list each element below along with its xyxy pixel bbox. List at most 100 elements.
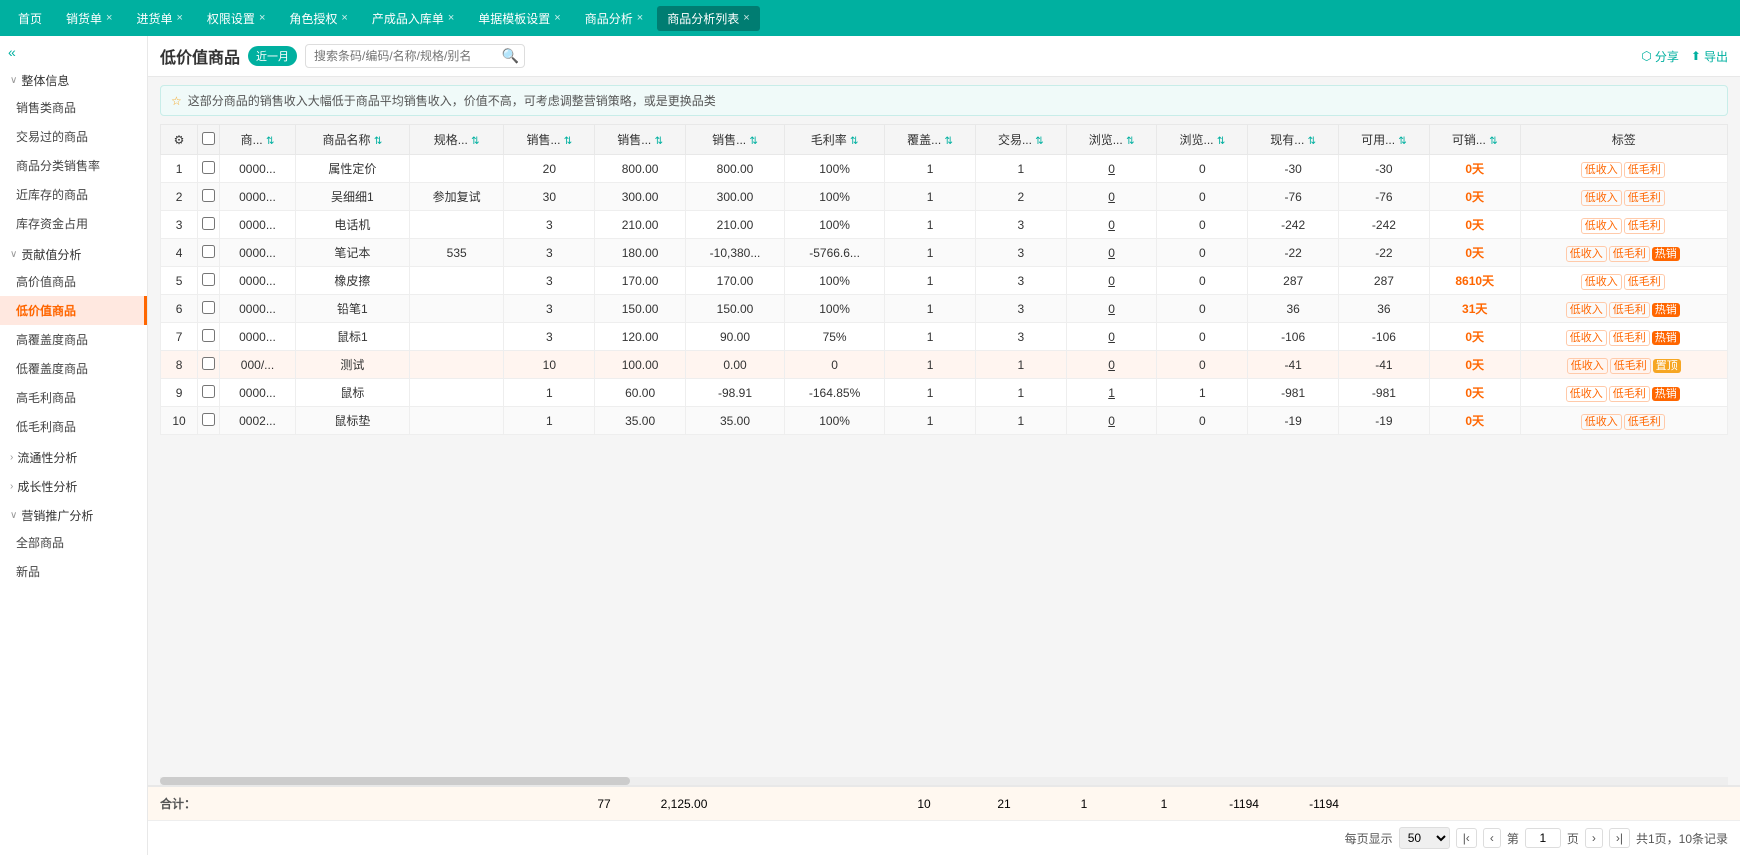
sidebar-item-low-stock[interactable]: 近库存的商品: [0, 180, 147, 209]
td-name[interactable]: 测试: [295, 351, 409, 379]
td-name[interactable]: 鼠标1: [295, 323, 409, 351]
page-size-label: 每页显示: [1345, 830, 1393, 847]
td-coverage: 1: [885, 351, 976, 379]
days-tag: 0天: [1465, 246, 1484, 260]
th-available[interactable]: 可用... ⇅: [1339, 125, 1430, 155]
views-link[interactable]: 0: [1108, 358, 1115, 372]
row-checkbox[interactable]: [202, 385, 215, 398]
sidebar-item-category-sales-rate[interactable]: 商品分类销售率: [0, 151, 147, 180]
th-sales-amt[interactable]: 销售... ⇅: [595, 125, 686, 155]
sidebar-group-overall[interactable]: ∨ 整体信息: [0, 64, 147, 93]
sidebar-item-high-coverage[interactable]: 高覆盖度商品: [0, 325, 147, 354]
select-all-checkbox[interactable]: [202, 132, 215, 145]
close-icon[interactable]: ×: [448, 12, 454, 24]
nav-home[interactable]: 首页: [8, 6, 52, 31]
page-number-input[interactable]: [1525, 828, 1561, 848]
views-link[interactable]: 0: [1108, 218, 1115, 232]
td-name[interactable]: 电话机: [295, 211, 409, 239]
views-link[interactable]: 0: [1108, 162, 1115, 176]
nav-roles[interactable]: 角色授权 ×: [279, 6, 357, 31]
th-spec[interactable]: 规格... ⇅: [409, 125, 504, 155]
th-sales-cost[interactable]: 销售... ⇅: [686, 125, 785, 155]
td-name[interactable]: 橡皮擦: [295, 267, 409, 295]
row-checkbox[interactable]: [202, 301, 215, 314]
search-icon[interactable]: 🔍: [502, 48, 519, 65]
th-coverage[interactable]: 覆盖... ⇅: [885, 125, 976, 155]
nav-template-settings[interactable]: 单据模板设置 ×: [468, 6, 570, 31]
nav-product-analysis-list[interactable]: 商品分析列表 ×: [657, 6, 759, 31]
sidebar-item-low-margin[interactable]: 低毛利商品: [0, 412, 147, 441]
last-page-btn[interactable]: ›|: [1609, 828, 1630, 848]
th-settings[interactable]: ⚙: [161, 125, 198, 155]
scrollbar-thumb[interactable]: [160, 777, 630, 785]
row-checkbox[interactable]: [202, 189, 215, 202]
close-icon[interactable]: ×: [554, 12, 560, 24]
row-checkbox[interactable]: [202, 273, 215, 286]
close-icon[interactable]: ×: [743, 12, 749, 24]
search-input[interactable]: [305, 44, 525, 68]
row-checkbox[interactable]: [202, 413, 215, 426]
nav-sales-order[interactable]: 销货单 ×: [56, 6, 122, 31]
td-name[interactable]: 铅笔1: [295, 295, 409, 323]
sidebar-collapse-btn[interactable]: «: [8, 44, 16, 60]
th-views2[interactable]: 浏览... ⇅: [1157, 125, 1248, 155]
views-link[interactable]: 0: [1108, 274, 1115, 288]
td-sales-qty: 1: [504, 407, 595, 435]
sidebar-group-growth[interactable]: › 成长性分析: [0, 470, 147, 499]
close-icon[interactable]: ×: [259, 12, 265, 24]
close-icon[interactable]: ×: [637, 12, 643, 24]
sidebar-item-all-products[interactable]: 全部商品: [0, 528, 147, 557]
td-name[interactable]: 鼠标: [295, 379, 409, 407]
next-page-btn[interactable]: ›: [1585, 828, 1603, 848]
horizontal-scrollbar[interactable]: [160, 777, 1728, 785]
sidebar-group-circulation[interactable]: › 流通性分析: [0, 441, 147, 470]
nav-product-warehousing[interactable]: 产成品入库单 ×: [362, 6, 464, 31]
page-size-select[interactable]: 50 100 200: [1399, 827, 1450, 849]
close-icon[interactable]: ×: [176, 12, 182, 24]
sidebar-item-traded-products[interactable]: 交易过的商品: [0, 122, 147, 151]
views-link[interactable]: 0: [1108, 414, 1115, 428]
sidebar-item-high-margin[interactable]: 高毛利商品: [0, 383, 147, 412]
export-button[interactable]: ⬆ 导出: [1691, 48, 1728, 65]
th-transactions[interactable]: 交易... ⇅: [975, 125, 1066, 155]
td-name[interactable]: 吴细细1: [295, 183, 409, 211]
sidebar-item-stock-capital[interactable]: 库存资金占用: [0, 209, 147, 238]
td-name[interactable]: 笔记本: [295, 239, 409, 267]
views-link[interactable]: 0: [1108, 302, 1115, 316]
row-checkbox[interactable]: [202, 245, 215, 258]
nav-purchase-order[interactable]: 进货单 ×: [126, 6, 192, 31]
th-views1[interactable]: 浏览... ⇅: [1066, 125, 1157, 155]
views-link[interactable]: 1: [1108, 386, 1115, 400]
sidebar-item-new-products[interactable]: 新品: [0, 557, 147, 586]
share-button[interactable]: ⬡ 分享: [1641, 48, 1679, 65]
views-link[interactable]: 0: [1108, 330, 1115, 344]
td-name[interactable]: 属性定价: [295, 155, 409, 183]
th-current-stock[interactable]: 现有... ⇅: [1248, 125, 1339, 155]
row-checkbox[interactable]: [202, 357, 215, 370]
th-sales-qty[interactable]: 销售... ⇅: [504, 125, 595, 155]
sidebar-item-low-value[interactable]: 低价值商品: [0, 296, 147, 325]
row-checkbox[interactable]: [202, 329, 215, 342]
sidebar-item-low-coverage[interactable]: 低覆盖度商品: [0, 354, 147, 383]
first-page-btn[interactable]: |‹: [1456, 828, 1477, 848]
close-icon[interactable]: ×: [106, 12, 112, 24]
nav-product-analysis[interactable]: 商品分析 ×: [575, 6, 653, 31]
sidebar-group-marketing[interactable]: ∨ 营销推广分析: [0, 499, 147, 528]
th-name[interactable]: 商品名称 ⇅: [295, 125, 409, 155]
views-link[interactable]: 0: [1108, 190, 1115, 204]
row-checkbox[interactable]: [202, 161, 215, 174]
th-code[interactable]: 商... ⇅: [220, 125, 296, 155]
sidebar-item-sales-products[interactable]: 销售类商品: [0, 93, 147, 122]
th-sellable[interactable]: 可销... ⇅: [1429, 125, 1520, 155]
td-tags: 低收入低毛利: [1520, 407, 1727, 435]
prev-page-btn[interactable]: ‹: [1483, 828, 1501, 848]
td-name[interactable]: 鼠标垫: [295, 407, 409, 435]
close-icon[interactable]: ×: [341, 12, 347, 24]
sidebar-group-contribution[interactable]: ∨ 贡献值分析: [0, 238, 147, 267]
date-badge[interactable]: 近一月: [248, 46, 297, 66]
views-link[interactable]: 0: [1108, 246, 1115, 260]
row-checkbox[interactable]: [202, 217, 215, 230]
nav-permissions[interactable]: 权限设置 ×: [197, 6, 275, 31]
sidebar-item-high-value[interactable]: 高价值商品: [0, 267, 147, 296]
th-margin[interactable]: 毛利率 ⇅: [785, 125, 885, 155]
